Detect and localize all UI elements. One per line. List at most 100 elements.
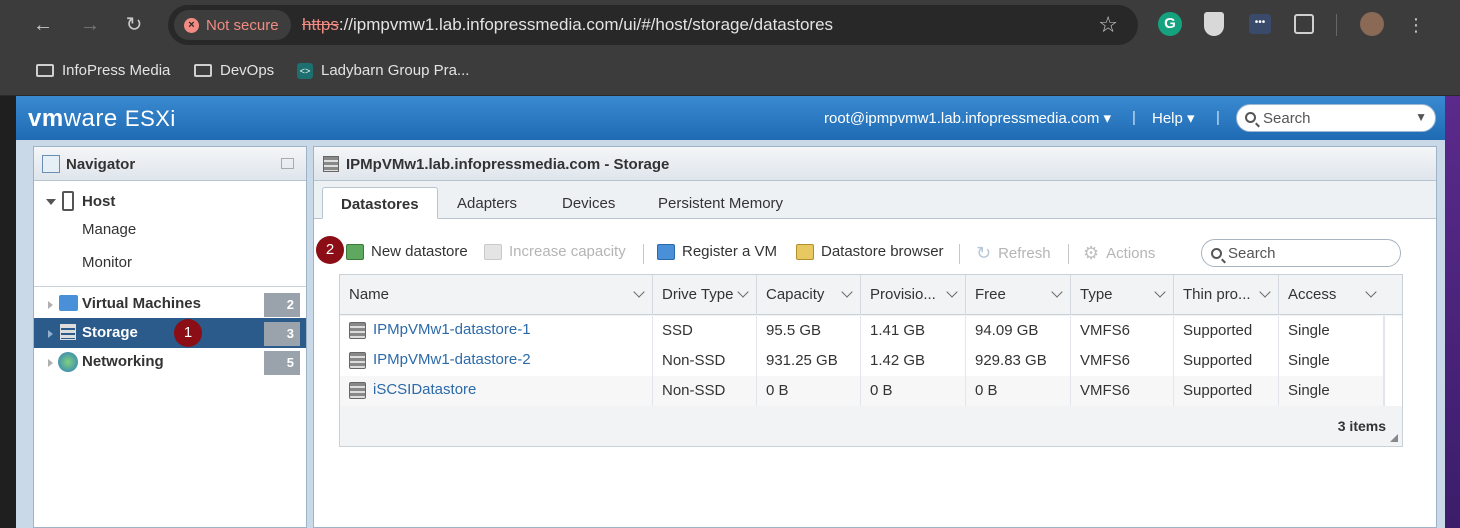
column-header-type[interactable]: Type	[1071, 275, 1174, 315]
datastore-name-cell[interactable]: iSCSIDatastore	[340, 376, 653, 406]
datastore-name-cell[interactable]: IPMpVMw1-datastore-1	[340, 316, 653, 346]
datastore-name-link[interactable]: IPMpVMw1-datastore-1	[373, 321, 531, 346]
nav-item-monitor[interactable]: Monitor	[34, 248, 306, 278]
url-text[interactable]: https://ipmpvmw1.lab.infopressmedia.com/…	[302, 15, 833, 35]
header-search-input[interactable]: Search ▼	[1236, 104, 1436, 132]
column-header-capacity[interactable]: Capacity	[757, 275, 861, 315]
nav-vms-label: Virtual Machines	[82, 295, 201, 312]
datastores-grid: Name Drive Type Capacity Provisio... Fre…	[339, 274, 1403, 447]
table-row[interactable]: IPMpVMw1-datastore-1 SSD 95.5 GB 1.41 GB…	[340, 316, 1384, 346]
navigator-title-bar: Navigator	[34, 147, 306, 181]
dots-extension-icon[interactable]: •••	[1249, 14, 1271, 34]
drive-type-cell: Non-SSD	[653, 376, 757, 406]
gear-icon: ⚙	[1083, 243, 1100, 263]
access-cell: Single	[1279, 346, 1384, 376]
chevron-down-icon[interactable]	[946, 286, 958, 298]
datastore-name-cell[interactable]: IPMpVMw1-datastore-2	[340, 346, 653, 376]
column-header-name[interactable]: Name	[340, 275, 653, 315]
column-header-drive-type[interactable]: Drive Type	[653, 275, 757, 315]
security-chip[interactable]: × Not secure	[174, 10, 291, 40]
profile-avatar[interactable]	[1360, 12, 1384, 36]
register-vm-button[interactable]: Register a VM	[657, 243, 777, 260]
user-menu[interactable]: root@ipmpvmw1.lab.infopressmedia.com ▾	[824, 109, 1111, 127]
increase-capacity-button[interactable]: Increase capacity	[484, 243, 626, 260]
nav-item-host[interactable]: Host	[34, 187, 306, 217]
type-cell: VMFS6	[1071, 316, 1174, 346]
chevron-down-icon[interactable]	[737, 286, 749, 298]
reload-icon[interactable]: ↻	[121, 12, 147, 38]
bookmark-label: Ladybarn Group Pra...	[321, 62, 470, 79]
expand-arrow-icon[interactable]	[46, 199, 56, 205]
expand-arrow-icon[interactable]	[48, 301, 53, 309]
datastore-name-link[interactable]: IPMpVMw1-datastore-2	[373, 351, 531, 376]
provisioned-cell: 1.42 GB	[861, 346, 966, 376]
chevron-down-icon[interactable]	[1154, 286, 1166, 298]
datastore-icon	[349, 382, 366, 399]
chevron-down-icon[interactable]	[1051, 286, 1063, 298]
nav-manage-label: Manage	[82, 221, 137, 238]
address-bar[interactable]: × Not secure https://ipmpvmw1.lab.infopr…	[168, 5, 1138, 45]
expand-arrow-icon[interactable]	[48, 359, 53, 367]
thin-provisioning-cell: Supported	[1174, 376, 1279, 406]
table-row[interactable]: iSCSIDatastore Non-SSD 0 B 0 B 0 B VMFS6…	[340, 376, 1384, 406]
chevron-down-icon[interactable]	[841, 286, 853, 298]
bookmarks-bar: InfoPress Media DevOps <> Ladybarn Group…	[0, 50, 1460, 96]
grammarly-icon[interactable]: G	[1158, 12, 1182, 36]
column-header-access[interactable]: Access	[1279, 275, 1384, 315]
vm-count-badge: 2	[264, 293, 300, 317]
column-header-thin-provisioning[interactable]: Thin pro...	[1174, 275, 1279, 315]
actions-button[interactable]: ⚙ Actions	[1083, 243, 1155, 264]
datastore-name-link[interactable]: iSCSIDatastore	[373, 381, 476, 406]
nav-item-manage[interactable]: Manage	[34, 215, 306, 245]
forward-arrow-icon[interactable]: →	[77, 12, 103, 38]
nav-item-networking[interactable]: Networking 5	[34, 347, 306, 377]
resize-handle-icon[interactable]	[1390, 434, 1398, 442]
column-header-provisioned[interactable]: Provisio...	[861, 275, 966, 315]
back-arrow-icon[interactable]: ←	[30, 12, 56, 38]
chevron-down-icon[interactable]	[633, 286, 645, 298]
site-icon: <>	[297, 62, 313, 79]
search-icon	[1245, 112, 1256, 123]
browser-toolbar: ← → ↻ × Not secure https://ipmpvmw1.lab.…	[0, 0, 1460, 50]
bookmark-devops[interactable]: DevOps	[194, 62, 274, 79]
grid-scrollbar[interactable]	[1384, 316, 1402, 406]
nav-networking-label: Networking	[82, 353, 164, 370]
datastore-search-input[interactable]: Search	[1201, 239, 1401, 267]
bookmark-ladybarn[interactable]: <> Ladybarn Group Pra...	[297, 62, 469, 79]
bookmark-star-icon[interactable]: ☆	[1098, 12, 1118, 38]
capacity-cell: 0 B	[757, 376, 861, 406]
collapse-panel-icon[interactable]	[281, 158, 294, 169]
header-divider: |	[1132, 109, 1136, 126]
chevron-down-icon[interactable]	[1365, 286, 1377, 298]
caret-down-icon[interactable]: ▼	[1415, 110, 1427, 124]
esxi-app: vmware ESXi root@ipmpvmw1.lab.infopressm…	[16, 96, 1445, 528]
callout-badge-2: 2	[316, 236, 344, 264]
datastore-browser-button[interactable]: Datastore browser	[796, 243, 944, 260]
nav-item-storage[interactable]: Storage 1 3	[34, 318, 306, 348]
new-datastore-button[interactable]: New datastore	[346, 243, 468, 260]
table-row[interactable]: IPMpVMw1-datastore-2 Non-SSD 931.25 GB 1…	[340, 346, 1384, 376]
search-placeholder: Search	[1263, 110, 1311, 127]
type-cell: VMFS6	[1071, 376, 1174, 406]
bookmark-infopress[interactable]: InfoPress Media	[36, 62, 170, 79]
extensions-puzzle-icon[interactable]	[1294, 14, 1314, 34]
expand-arrow-icon[interactable]	[48, 330, 53, 338]
tab-devices[interactable]: Devices	[544, 187, 633, 219]
tab-datastores[interactable]: Datastores	[322, 187, 438, 219]
shield-extension-icon[interactable]	[1204, 12, 1224, 36]
tab-persistent-memory[interactable]: Persistent Memory	[640, 187, 801, 219]
column-label: Name	[349, 286, 390, 303]
tab-adapters[interactable]: Adapters	[439, 187, 535, 219]
refresh-button[interactable]: ↻ Refresh	[976, 243, 1051, 264]
chevron-down-icon[interactable]	[1259, 286, 1271, 298]
help-menu[interactable]: Help ▾	[1152, 109, 1195, 127]
kebab-menu-icon[interactable]: ⋮	[1403, 12, 1429, 38]
actions-label: Actions	[1106, 245, 1156, 262]
column-label: Drive Type	[662, 286, 734, 303]
register-vm-icon	[657, 243, 675, 260]
esxi-header: vmware ESXi root@ipmpvmw1.lab.infopressm…	[16, 96, 1445, 140]
column-header-free[interactable]: Free	[966, 275, 1071, 315]
nav-item-virtual-machines[interactable]: Virtual Machines 2	[34, 289, 306, 319]
callout-badge-1: 1	[174, 319, 202, 347]
column-label: Free	[975, 286, 1006, 303]
